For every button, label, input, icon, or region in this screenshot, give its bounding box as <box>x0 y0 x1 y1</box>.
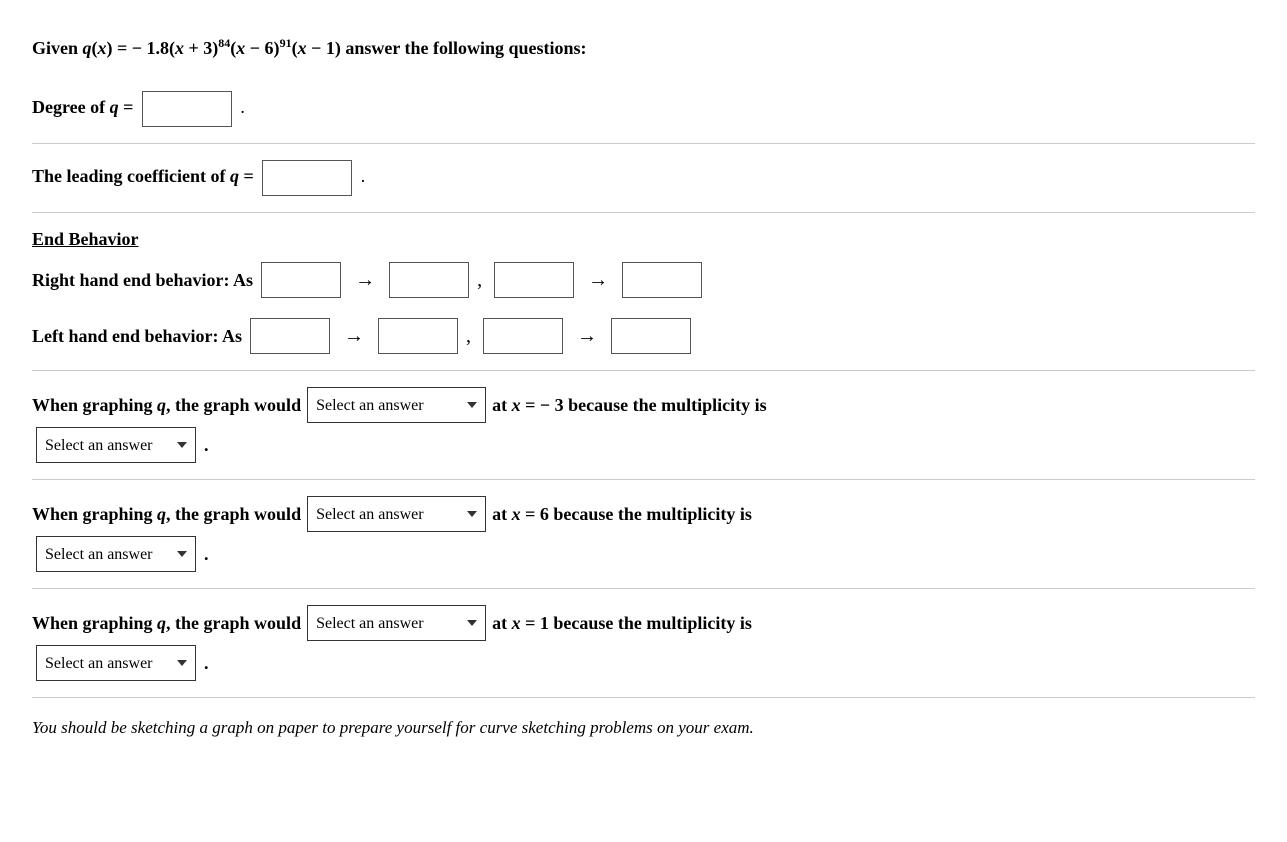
footer-text: You should be sketching a graph on paper… <box>32 718 754 737</box>
q1-at-x: at x = − 3 because the multiplicity is <box>492 395 767 416</box>
question3-row1: When graphing q, the graph would Select … <box>32 605 1255 641</box>
left-comma: , <box>466 325 471 348</box>
q1-dropdown2[interactable]: Select an answer 1 2 3 84 91 <box>36 427 196 463</box>
leading-coeff-label: The leading coefficient of q = <box>32 166 258 186</box>
q3-period: . <box>204 653 209 674</box>
degree-section: Degree of q = . <box>32 75 1255 144</box>
q1-prefix: When graphing q, the graph would <box>32 395 301 416</box>
left-arrow2: → <box>577 325 597 348</box>
right-arrow1: → <box>355 269 375 292</box>
left-result-input[interactable] <box>611 318 691 354</box>
q2-dropdown2[interactable]: Select an answer 1 2 3 84 91 <box>36 536 196 572</box>
left-x-input[interactable] <box>250 318 330 354</box>
q2-dropdown1[interactable]: Select an answer cross through touch and… <box>307 496 486 532</box>
q2-prefix: When graphing q, the graph would <box>32 504 301 525</box>
right-hand-row: Right hand end behavior: As → , → <box>32 262 1255 298</box>
question1-row1: When graphing q, the graph would Select … <box>32 387 1255 423</box>
end-behavior-section: End Behavior Right hand end behavior: As… <box>32 213 1255 371</box>
q1-period: . <box>204 435 209 456</box>
q2-at-x: at x = 6 because the multiplicity is <box>492 504 752 525</box>
left-val1-input[interactable] <box>378 318 458 354</box>
q3-prefix: When graphing q, the graph would <box>32 613 301 634</box>
right-result-input[interactable] <box>622 262 702 298</box>
leading-coeff-section: The leading coefficient of q = . <box>32 144 1255 213</box>
leading-coeff-input[interactable] <box>262 160 352 196</box>
right-comma: , <box>477 269 482 292</box>
question1-row2: Select an answer 1 2 3 84 91 . <box>32 427 1255 463</box>
q3-dropdown1[interactable]: Select an answer cross through touch and… <box>307 605 486 641</box>
question2-section: When graphing q, the graph would Select … <box>32 480 1255 589</box>
given-label: Given q(x) = − 1.8(x + 3)84(x − 6)91(x −… <box>32 38 587 58</box>
question3-row2: Select an answer 1 2 3 84 91 . <box>32 645 1255 681</box>
q3-dropdown2[interactable]: Select an answer 1 2 3 84 91 <box>36 645 196 681</box>
right-hand-label: Right hand end behavior: As <box>32 270 253 291</box>
left-hand-row: Left hand end behavior: As → , → <box>32 318 1255 354</box>
right-arrow2: → <box>588 269 608 292</box>
question1-section: When graphing q, the graph would Select … <box>32 371 1255 480</box>
q1-dropdown1[interactable]: Select an answer cross through touch and… <box>307 387 486 423</box>
right-x-input[interactable] <box>261 262 341 298</box>
q2-period: . <box>204 544 209 565</box>
left-arrow1: → <box>344 325 364 348</box>
title-section: Given q(x) = − 1.8(x + 3)84(x − 6)91(x −… <box>32 24 1255 75</box>
right-val2-input[interactable] <box>494 262 574 298</box>
right-val1-input[interactable] <box>389 262 469 298</box>
leading-coeff-period: . <box>361 166 366 186</box>
question2-row1: When graphing q, the graph would Select … <box>32 496 1255 532</box>
end-behavior-title: End Behavior <box>32 229 1255 250</box>
degree-label: Degree of q = <box>32 97 138 117</box>
left-val2-input[interactable] <box>483 318 563 354</box>
question2-row2: Select an answer 1 2 3 84 91 . <box>32 536 1255 572</box>
left-hand-label: Left hand end behavior: As <box>32 326 242 347</box>
degree-input[interactable] <box>142 91 232 127</box>
degree-period: . <box>240 97 245 117</box>
question3-section: When graphing q, the graph would Select … <box>32 589 1255 698</box>
footer-note: You should be sketching a graph on paper… <box>32 698 1255 746</box>
q3-at-x: at x = 1 because the multiplicity is <box>492 613 752 634</box>
